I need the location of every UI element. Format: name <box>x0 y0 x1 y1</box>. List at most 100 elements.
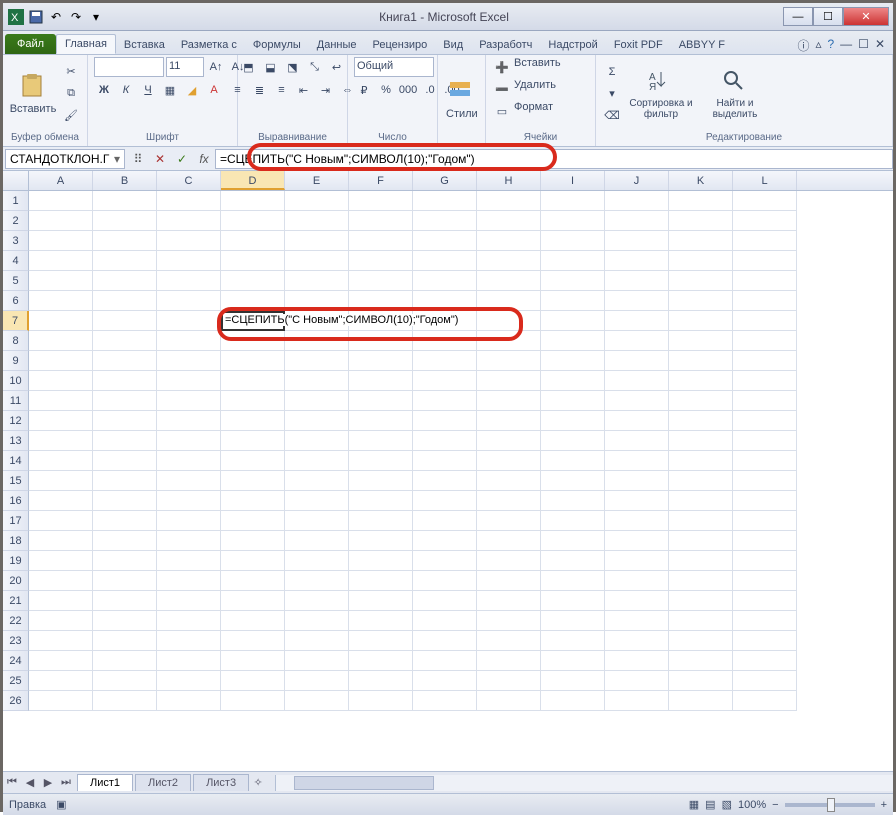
cell[interactable] <box>413 211 477 231</box>
cell[interactable] <box>477 391 541 411</box>
sheet-tab-3[interactable]: Лист3 <box>193 774 249 791</box>
cell[interactable] <box>157 291 221 311</box>
cell[interactable] <box>285 391 349 411</box>
cell[interactable] <box>669 411 733 431</box>
cell[interactable] <box>477 651 541 671</box>
cell[interactable] <box>93 531 157 551</box>
sort-filter-button[interactable]: AЯ Сортировка и фильтр <box>626 66 696 122</box>
cell[interactable] <box>349 571 413 591</box>
cell[interactable] <box>413 691 477 711</box>
cell[interactable] <box>669 631 733 651</box>
cell[interactable] <box>413 231 477 251</box>
cell[interactable]: =СЦЕПИТЬ("С Новым";СИМВОЛ(10);"Годом") <box>221 311 285 331</box>
cell[interactable] <box>733 691 797 711</box>
cell[interactable] <box>605 331 669 351</box>
cell[interactable] <box>605 351 669 371</box>
cell[interactable] <box>477 451 541 471</box>
wrap-text-icon[interactable]: ↩ <box>327 57 347 77</box>
sheet-nav-last-icon[interactable]: ⏭ <box>57 774 75 792</box>
cell[interactable] <box>29 391 93 411</box>
paste-button[interactable]: Вставить <box>9 71 57 117</box>
cell[interactable] <box>669 371 733 391</box>
cell[interactable] <box>93 611 157 631</box>
cell[interactable] <box>29 611 93 631</box>
underline-icon[interactable]: Ч <box>138 80 158 100</box>
cell[interactable] <box>349 251 413 271</box>
cell[interactable] <box>733 331 797 351</box>
cell[interactable] <box>349 531 413 551</box>
cell[interactable] <box>733 471 797 491</box>
cell[interactable] <box>93 331 157 351</box>
cell[interactable] <box>413 631 477 651</box>
cell[interactable] <box>29 231 93 251</box>
cell[interactable] <box>93 431 157 451</box>
row-header-12[interactable]: 12 <box>3 411 29 431</box>
view-page-break-icon[interactable]: ▧ <box>722 798 732 811</box>
cell[interactable] <box>349 631 413 651</box>
cell[interactable] <box>669 551 733 571</box>
cell[interactable] <box>605 651 669 671</box>
cell[interactable] <box>477 271 541 291</box>
cell[interactable] <box>605 391 669 411</box>
cell[interactable] <box>29 451 93 471</box>
cell[interactable] <box>669 191 733 211</box>
cell[interactable] <box>669 251 733 271</box>
decrease-indent-icon[interactable]: ⇤ <box>294 80 314 100</box>
cell[interactable] <box>413 271 477 291</box>
cell[interactable] <box>413 611 477 631</box>
cell[interactable] <box>669 331 733 351</box>
find-select-button[interactable]: Найти и выделить <box>700 66 770 122</box>
cell[interactable] <box>477 671 541 691</box>
cell[interactable] <box>29 331 93 351</box>
cell[interactable] <box>605 251 669 271</box>
minimize-ribbon-icon[interactable]: ▵ <box>815 37 821 54</box>
cell[interactable] <box>221 531 285 551</box>
cell[interactable] <box>605 271 669 291</box>
row-header-22[interactable]: 22 <box>3 611 29 631</box>
tab-review[interactable]: Рецензиро <box>365 36 436 54</box>
cell[interactable] <box>733 251 797 271</box>
cell[interactable] <box>733 231 797 251</box>
cell[interactable] <box>285 251 349 271</box>
cell[interactable] <box>733 371 797 391</box>
cell[interactable] <box>285 491 349 511</box>
cell[interactable] <box>221 391 285 411</box>
cell[interactable] <box>669 391 733 411</box>
cell[interactable] <box>477 291 541 311</box>
cell[interactable] <box>541 471 605 491</box>
cell[interactable] <box>477 691 541 711</box>
cell[interactable] <box>285 271 349 291</box>
cell[interactable] <box>349 431 413 451</box>
cell[interactable] <box>29 191 93 211</box>
cell[interactable] <box>93 671 157 691</box>
cell[interactable] <box>477 351 541 371</box>
cell[interactable] <box>93 631 157 651</box>
cell[interactable] <box>29 511 93 531</box>
cell[interactable] <box>413 411 477 431</box>
align-center-icon[interactable]: ≣ <box>250 80 270 100</box>
cell[interactable] <box>669 211 733 231</box>
cell[interactable] <box>157 251 221 271</box>
cell[interactable] <box>221 591 285 611</box>
tab-addins[interactable]: Надстрой <box>540 36 605 54</box>
cell[interactable] <box>285 611 349 631</box>
cell[interactable] <box>541 391 605 411</box>
cell[interactable] <box>285 471 349 491</box>
cell[interactable] <box>93 391 157 411</box>
zoom-slider-thumb[interactable] <box>827 798 835 812</box>
cell[interactable] <box>605 371 669 391</box>
cell[interactable] <box>733 671 797 691</box>
cell[interactable] <box>221 571 285 591</box>
cell[interactable] <box>349 291 413 311</box>
cell[interactable] <box>349 551 413 571</box>
format-painter-icon[interactable]: 🖌 <box>61 106 81 126</box>
cell[interactable] <box>541 691 605 711</box>
cell[interactable] <box>413 191 477 211</box>
cell[interactable] <box>733 211 797 231</box>
cancel-formula-icon[interactable]: ✕ <box>149 149 171 169</box>
row-header-6[interactable]: 6 <box>3 291 29 311</box>
cell[interactable] <box>477 471 541 491</box>
row-header-21[interactable]: 21 <box>3 591 29 611</box>
row-header-16[interactable]: 16 <box>3 491 29 511</box>
cell[interactable] <box>29 271 93 291</box>
